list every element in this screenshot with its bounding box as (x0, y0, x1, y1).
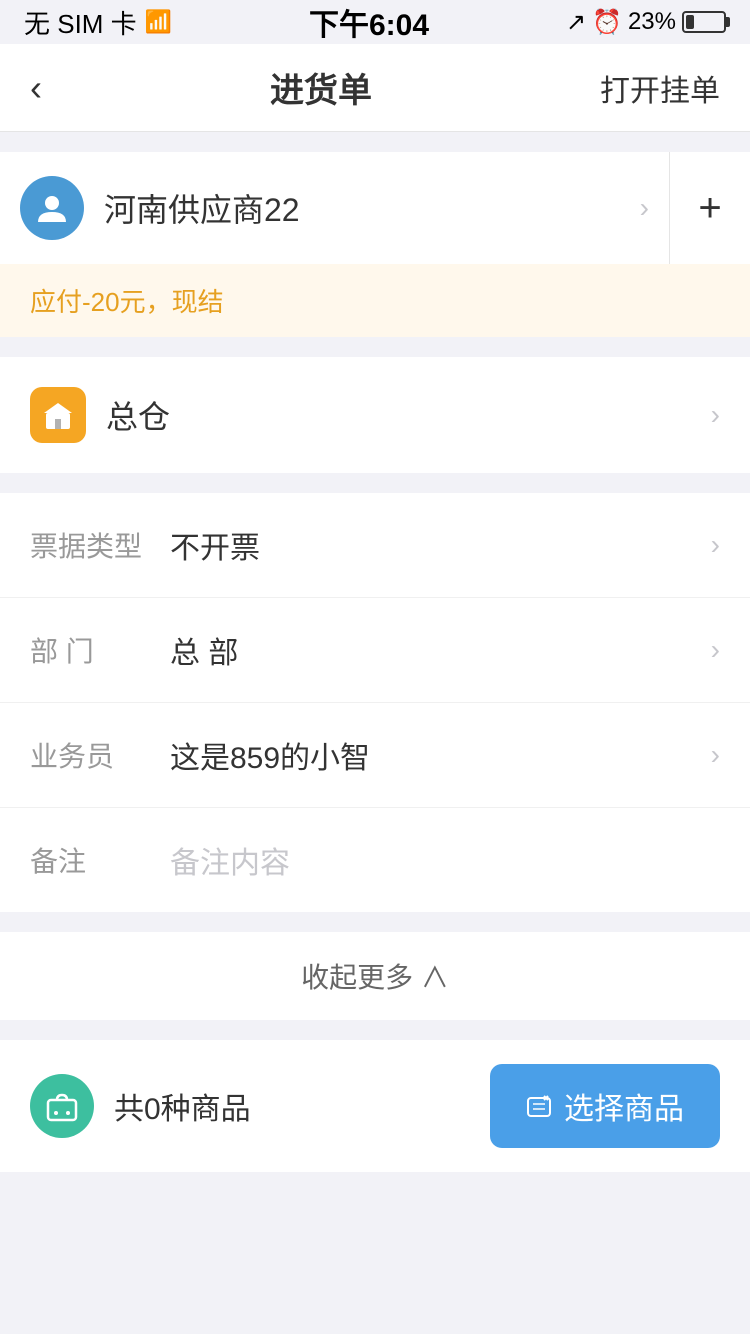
open-pending-button[interactable]: 打开挂单 (600, 66, 720, 110)
location-icon: ↗ (566, 8, 586, 37)
status-bar: 无 SIM 卡 📶 下午6:04 ↗ ⏰ 23% (0, 0, 750, 44)
remark-label: 备注 (30, 840, 170, 880)
nav-bar: ‹ 进货单 打开挂单 (0, 44, 750, 132)
department-row[interactable]: 部 门 总 部 › (0, 598, 750, 703)
notice-banner: 应付-20元，现结 (0, 264, 750, 337)
supplier-name: 河南供应商22 (104, 185, 630, 231)
warehouse-icon (42, 399, 74, 431)
supplier-section: 河南供应商22 › + (0, 152, 750, 264)
warehouse-row[interactable]: 总仓 › (0, 357, 750, 473)
content: 河南供应商22 › + 应付-20元，现结 总仓 › 票据类型 不开票 › 部 … (0, 152, 750, 1172)
alarm-icon: ⏰ (592, 8, 622, 37)
select-product-icon (526, 1092, 554, 1120)
product-icon-bg (30, 1074, 94, 1138)
salesperson-value: 这是859的小智 (170, 733, 701, 777)
bottom-bar: 共0种商品 选择商品 (0, 1040, 750, 1172)
salesperson-chevron-icon: › (711, 739, 720, 771)
battery-text: 23% (628, 8, 676, 36)
department-value: 总 部 (170, 628, 701, 672)
remark-row[interactable]: 备注 备注内容 (0, 808, 750, 912)
invoice-type-label: 票据类型 (30, 525, 170, 565)
salesperson-label: 业务员 (30, 735, 170, 775)
person-icon (34, 190, 70, 226)
status-left: 无 SIM 卡 📶 (24, 4, 172, 41)
supplier-avatar (20, 176, 84, 240)
supplier-selector[interactable]: 河南供应商22 › (0, 152, 670, 264)
back-button[interactable]: ‹ (30, 67, 42, 109)
select-product-label: 选择商品 (564, 1084, 684, 1128)
warehouse-icon-bg (30, 387, 86, 443)
remark-placeholder[interactable]: 备注内容 (170, 838, 720, 882)
invoice-type-row[interactable]: 票据类型 不开票 › (0, 493, 750, 598)
department-label: 部 门 (30, 630, 170, 670)
status-right: ↗ ⏰ 23% (566, 8, 726, 37)
fields-section: 票据类型 不开票 › 部 门 总 部 › 业务员 这是859的小智 › 备注 备… (0, 493, 750, 912)
supplier-chevron-icon: › (640, 192, 649, 224)
battery-icon (682, 11, 726, 33)
status-time: 下午6:04 (309, 0, 429, 44)
cart-icon (44, 1088, 80, 1124)
warehouse-name: 总仓 (106, 392, 701, 438)
invoice-type-value: 不开票 (170, 523, 701, 567)
nav-title: 进货单 (270, 63, 372, 112)
collapse-button[interactable]: 收起更多 ∧ (0, 932, 750, 1020)
add-supplier-button[interactable]: + (670, 152, 750, 264)
product-count: 共0种商品 (114, 1084, 470, 1128)
collapse-label: 收起更多 ∧ (301, 956, 449, 996)
select-product-button[interactable]: 选择商品 (490, 1064, 720, 1148)
department-chevron-icon: › (711, 634, 720, 666)
notice-text: 应付-20元，现结 (30, 287, 224, 317)
warehouse-chevron-icon: › (711, 399, 720, 431)
salesperson-row[interactable]: 业务员 这是859的小智 › (0, 703, 750, 808)
invoice-chevron-icon: › (711, 529, 720, 561)
wifi-icon: 📶 (145, 9, 172, 35)
carrier-text: 无 SIM 卡 (24, 4, 137, 41)
